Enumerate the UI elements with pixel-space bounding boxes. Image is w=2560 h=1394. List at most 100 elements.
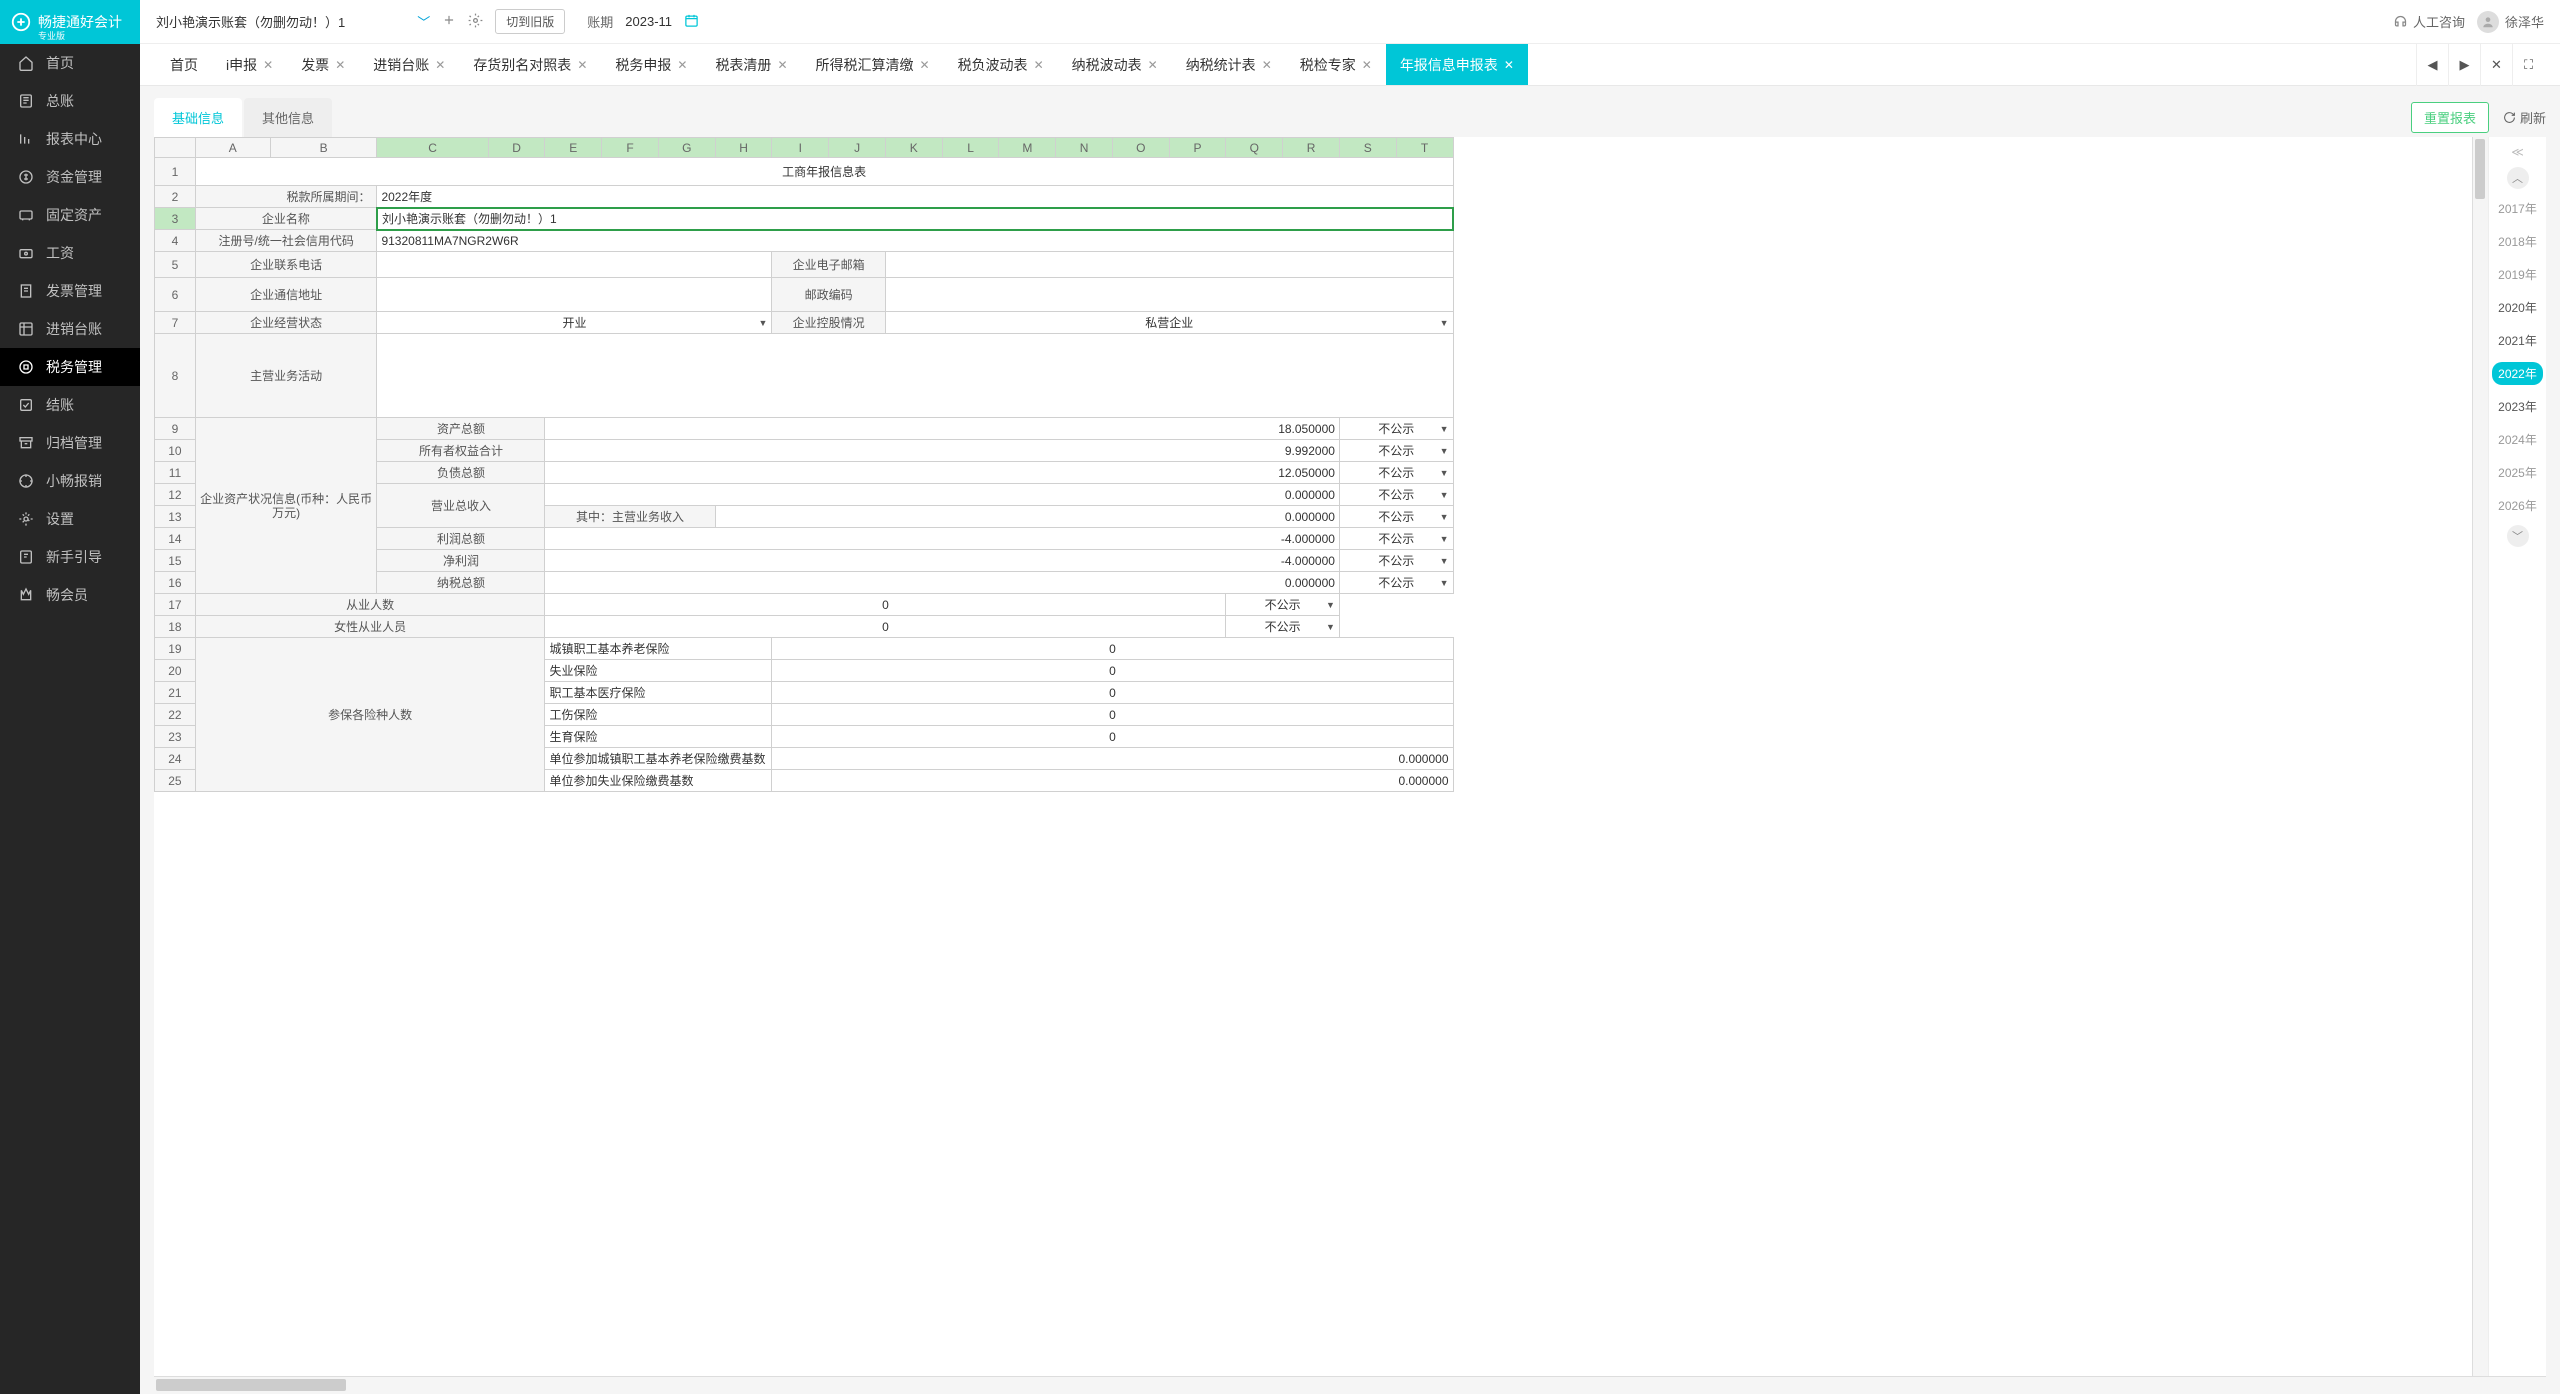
- tab[interactable]: 纳税统计表✕: [1172, 44, 1286, 85]
- cell[interactable]: [377, 278, 772, 312]
- support-link[interactable]: 人工咨询: [2393, 12, 2465, 31]
- dropdown-arrow-icon[interactable]: ▼: [1440, 446, 1449, 456]
- cell[interactable]: 私营企业▼: [885, 312, 1453, 334]
- year-item[interactable]: 2020年: [2492, 296, 2543, 319]
- sidebar-item-invoice[interactable]: 发票管理: [0, 272, 140, 310]
- col-header[interactable]: G: [658, 138, 715, 158]
- cell[interactable]: 18.050000: [545, 418, 1340, 440]
- close-icon[interactable]: ✕: [335, 58, 345, 72]
- cell[interactable]: 生育保险: [545, 726, 772, 748]
- dropdown-arrow-icon[interactable]: ▼: [1440, 534, 1449, 544]
- row-header[interactable]: 12: [155, 484, 196, 506]
- cell[interactable]: 企业电子邮箱: [772, 252, 886, 278]
- cell[interactable]: 其中：主营业务收入: [545, 506, 715, 528]
- close-icon[interactable]: ✕: [1504, 58, 1514, 72]
- cell[interactable]: -4.000000: [545, 550, 1340, 572]
- col-header[interactable]: T: [1396, 138, 1453, 158]
- sidebar-item-fund[interactable]: 资金管理: [0, 158, 140, 196]
- dropdown-arrow-icon[interactable]: ▼: [1440, 512, 1449, 522]
- sub-tab[interactable]: 基础信息: [154, 98, 242, 137]
- row-header[interactable]: 11: [155, 462, 196, 484]
- period-value[interactable]: 2023-11: [625, 14, 672, 29]
- cell[interactable]: 0.000000: [545, 572, 1340, 594]
- account-set-selector[interactable]: 刘小艳演示账套（勿删勿动！）1: [156, 12, 345, 31]
- cell[interactable]: [377, 252, 772, 278]
- tab[interactable]: 首页: [156, 44, 212, 85]
- year-item[interactable]: 2026年: [2492, 494, 2543, 517]
- sidebar-item-archive[interactable]: 归档管理: [0, 424, 140, 462]
- cell[interactable]: 0.000000: [715, 506, 1339, 528]
- row-header[interactable]: 5: [155, 252, 196, 278]
- sidebar-item-settings[interactable]: 设置: [0, 500, 140, 538]
- dropdown-arrow-icon[interactable]: ▼: [1440, 556, 1449, 566]
- cell[interactable]: 工商年报信息表: [195, 158, 1453, 186]
- col-header[interactable]: S: [1339, 138, 1396, 158]
- calendar-icon[interactable]: [684, 13, 699, 31]
- col-header[interactable]: O: [1112, 138, 1169, 158]
- row-header[interactable]: 19: [155, 638, 196, 660]
- close-icon[interactable]: ✕: [1034, 58, 1044, 72]
- year-item[interactable]: 2018年: [2492, 230, 2543, 253]
- row-header[interactable]: 24: [155, 748, 196, 770]
- user-menu[interactable]: 徐泽华: [2477, 11, 2544, 33]
- close-icon[interactable]: ✕: [435, 58, 445, 72]
- cell[interactable]: 0: [772, 682, 1453, 704]
- cell[interactable]: 0.000000: [772, 748, 1453, 770]
- tab[interactable]: 存货别名对照表✕: [459, 44, 601, 85]
- year-up-button[interactable]: ︿: [2507, 167, 2529, 189]
- tab-prev-button[interactable]: ◀: [2416, 44, 2448, 86]
- cell[interactable]: 注册号/统一社会信用代码: [195, 230, 377, 252]
- cell[interactable]: 不公示▼: [1339, 506, 1453, 528]
- dropdown-arrow-icon[interactable]: ▼: [1440, 318, 1449, 328]
- col-header[interactable]: P: [1169, 138, 1226, 158]
- col-header[interactable]: F: [602, 138, 659, 158]
- cell[interactable]: 从业人数: [195, 594, 545, 616]
- year-item[interactable]: 2021年: [2492, 329, 2543, 352]
- cell[interactable]: 0.000000: [772, 770, 1453, 792]
- cell[interactable]: [885, 278, 1453, 312]
- cell[interactable]: 0: [772, 704, 1453, 726]
- row-header[interactable]: 20: [155, 660, 196, 682]
- col-header[interactable]: H: [715, 138, 772, 158]
- dropdown-arrow-icon[interactable]: ▼: [1326, 622, 1335, 632]
- row-header[interactable]: 25: [155, 770, 196, 792]
- cell[interactable]: 净利润: [377, 550, 545, 572]
- cell[interactable]: 营业总收入: [377, 484, 545, 528]
- cell[interactable]: 企业经营状态: [195, 312, 377, 334]
- vertical-scrollbar[interactable]: [2472, 137, 2488, 1376]
- col-header[interactable]: R: [1283, 138, 1340, 158]
- col-header[interactable]: B: [270, 138, 377, 158]
- sidebar-item-home[interactable]: 首页: [0, 44, 140, 82]
- col-header[interactable]: A: [195, 138, 270, 158]
- cell[interactable]: 邮政编码: [772, 278, 886, 312]
- sidebar-item-vip[interactable]: 畅会员: [0, 576, 140, 614]
- year-item[interactable]: 2017年: [2492, 197, 2543, 220]
- cell[interactable]: [377, 334, 1453, 418]
- row-header[interactable]: 23: [155, 726, 196, 748]
- row-header[interactable]: 15: [155, 550, 196, 572]
- dropdown-arrow-icon[interactable]: ▼: [1440, 424, 1449, 434]
- dropdown-arrow-icon[interactable]: ▼: [1326, 600, 1335, 610]
- sidebar-item-expense[interactable]: 小畅报销: [0, 462, 140, 500]
- col-header[interactable]: M: [999, 138, 1056, 158]
- year-item[interactable]: 2024年: [2492, 428, 2543, 451]
- cell[interactable]: 开业▼: [377, 312, 772, 334]
- cell[interactable]: 不公示▼: [1339, 528, 1453, 550]
- col-header[interactable]: I: [772, 138, 829, 158]
- col-header[interactable]: E: [545, 138, 602, 158]
- cell[interactable]: 失业保险: [545, 660, 772, 682]
- row-header[interactable]: 2: [155, 186, 196, 208]
- sidebar-item-guide[interactable]: 新手引导: [0, 538, 140, 576]
- tab[interactable]: 所得税汇算清缴✕: [802, 44, 944, 85]
- col-header[interactable]: D: [488, 138, 545, 158]
- row-header[interactable]: 1: [155, 158, 196, 186]
- col-header[interactable]: C: [377, 138, 488, 158]
- cell[interactable]: 刘小艳演示账套（勿删勿动！）1: [377, 208, 1453, 230]
- dropdown-arrow-icon[interactable]: ▼: [1440, 468, 1449, 478]
- tab[interactable]: 年报信息申报表✕: [1386, 44, 1528, 85]
- cell[interactable]: 9.992000: [545, 440, 1340, 462]
- dropdown-arrow-icon[interactable]: ▼: [759, 318, 768, 328]
- tab[interactable]: 发票✕: [287, 44, 359, 85]
- cell[interactable]: [885, 252, 1453, 278]
- cell[interactable]: 企业资产状况信息(币种：人民币万元): [195, 418, 377, 594]
